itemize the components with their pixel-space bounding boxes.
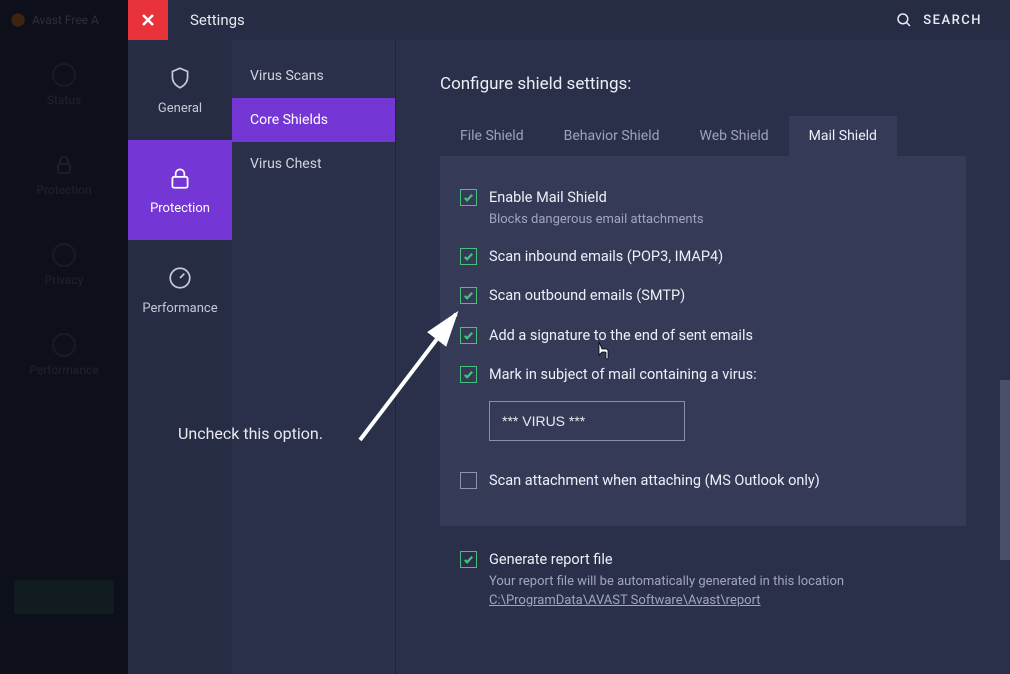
option-enable-mail-shield: Enable Mail Shield Blocks dangerous emai… [460, 178, 946, 237]
lock-icon [167, 165, 193, 191]
option-label: Scan inbound emails (POP3, IMAP4) [489, 247, 723, 267]
virus-tag-input[interactable] [489, 401, 685, 441]
option-mark-subject: Mark in subject of mail containing a vir… [460, 355, 946, 395]
page-title: Settings [190, 11, 245, 29]
option-label: Generate report file [489, 550, 844, 570]
category-protection[interactable]: Protection [128, 140, 232, 240]
app-logo: Avast Free A [0, 0, 128, 40]
checkbox-outbound[interactable] [460, 287, 477, 304]
subnav-virus-chest[interactable]: Virus Chest [232, 142, 395, 186]
option-label: Add a signature to the end of sent email… [489, 326, 753, 346]
settings-header: Settings SEARCH [128, 0, 1010, 40]
app-root: Avast Free A Status Protection Privacy P… [0, 0, 1010, 674]
search-button[interactable]: SEARCH [895, 11, 982, 29]
rail-action-button[interactable] [14, 580, 114, 614]
shield-tabs: File Shield Behavior Shield Web Shield M… [440, 116, 966, 156]
subnav-column: Virus Scans Core Shields Virus Chest [232, 40, 396, 674]
search-label: SEARCH [923, 13, 982, 28]
settings-body: General Protection Performance Virus Sca… [128, 40, 1010, 674]
option-sublabel: Your report file will be automatically g… [489, 574, 844, 589]
scrollbar[interactable] [1000, 380, 1010, 560]
checkbox-report[interactable] [460, 551, 477, 568]
category-performance[interactable]: Performance [128, 240, 232, 340]
content-heading: Configure shield settings: [440, 74, 966, 94]
annotation-text: Uncheck this option. [178, 424, 323, 443]
search-icon [895, 11, 913, 29]
option-add-signature: Add a signature to the end of sent email… [460, 316, 946, 356]
checkbox-mark-subject[interactable] [460, 366, 477, 383]
option-sublabel: Blocks dangerous email attachments [489, 212, 704, 227]
subnav-core-shields[interactable]: Core Shields [232, 98, 395, 142]
shield-icon [167, 65, 193, 91]
checkbox-signature[interactable] [460, 327, 477, 344]
tab-web-shield[interactable]: Web Shield [680, 116, 789, 156]
checkbox-enable[interactable] [460, 189, 477, 206]
tab-file-shield[interactable]: File Shield [440, 116, 544, 156]
rail-item-performance[interactable]: Performance [0, 310, 128, 400]
option-scan-outbound: Scan outbound emails (SMTP) [460, 276, 946, 316]
rail-item-protection[interactable]: Protection [0, 130, 128, 220]
tab-mail-shield[interactable]: Mail Shield [789, 116, 897, 156]
option-label: Scan attachment when attaching (MS Outlo… [489, 471, 820, 491]
mail-shield-panel: Enable Mail Shield Blocks dangerous emai… [440, 156, 966, 526]
rail-item-status[interactable]: Status [0, 40, 128, 130]
rail-item-privacy[interactable]: Privacy [0, 220, 128, 310]
checkbox-scan-attachment[interactable] [460, 472, 477, 489]
option-scan-attachment: Scan attachment when attaching (MS Outlo… [460, 461, 946, 501]
option-label: Mark in subject of mail containing a vir… [489, 365, 757, 385]
content-area: Configure shield settings: File Shield B… [396, 40, 1010, 674]
checkbox-inbound[interactable] [460, 248, 477, 265]
subnav-virus-scans[interactable]: Virus Scans [232, 54, 395, 98]
option-label: Enable Mail Shield [489, 188, 704, 208]
left-rail: Avast Free A Status Protection Privacy P… [0, 0, 128, 674]
close-button[interactable] [128, 0, 168, 40]
option-label: Scan outbound emails (SMTP) [489, 286, 685, 306]
tab-behavior-shield[interactable]: Behavior Shield [544, 116, 680, 156]
gauge-icon [167, 265, 193, 291]
option-generate-report: Generate report file Your report file wi… [440, 550, 966, 608]
category-column: General Protection Performance [128, 40, 232, 674]
option-scan-inbound: Scan inbound emails (POP3, IMAP4) [460, 237, 946, 277]
report-path-link[interactable]: C:\ProgramData\AVAST Software\Avast\repo… [489, 593, 761, 608]
category-general[interactable]: General [128, 40, 232, 140]
